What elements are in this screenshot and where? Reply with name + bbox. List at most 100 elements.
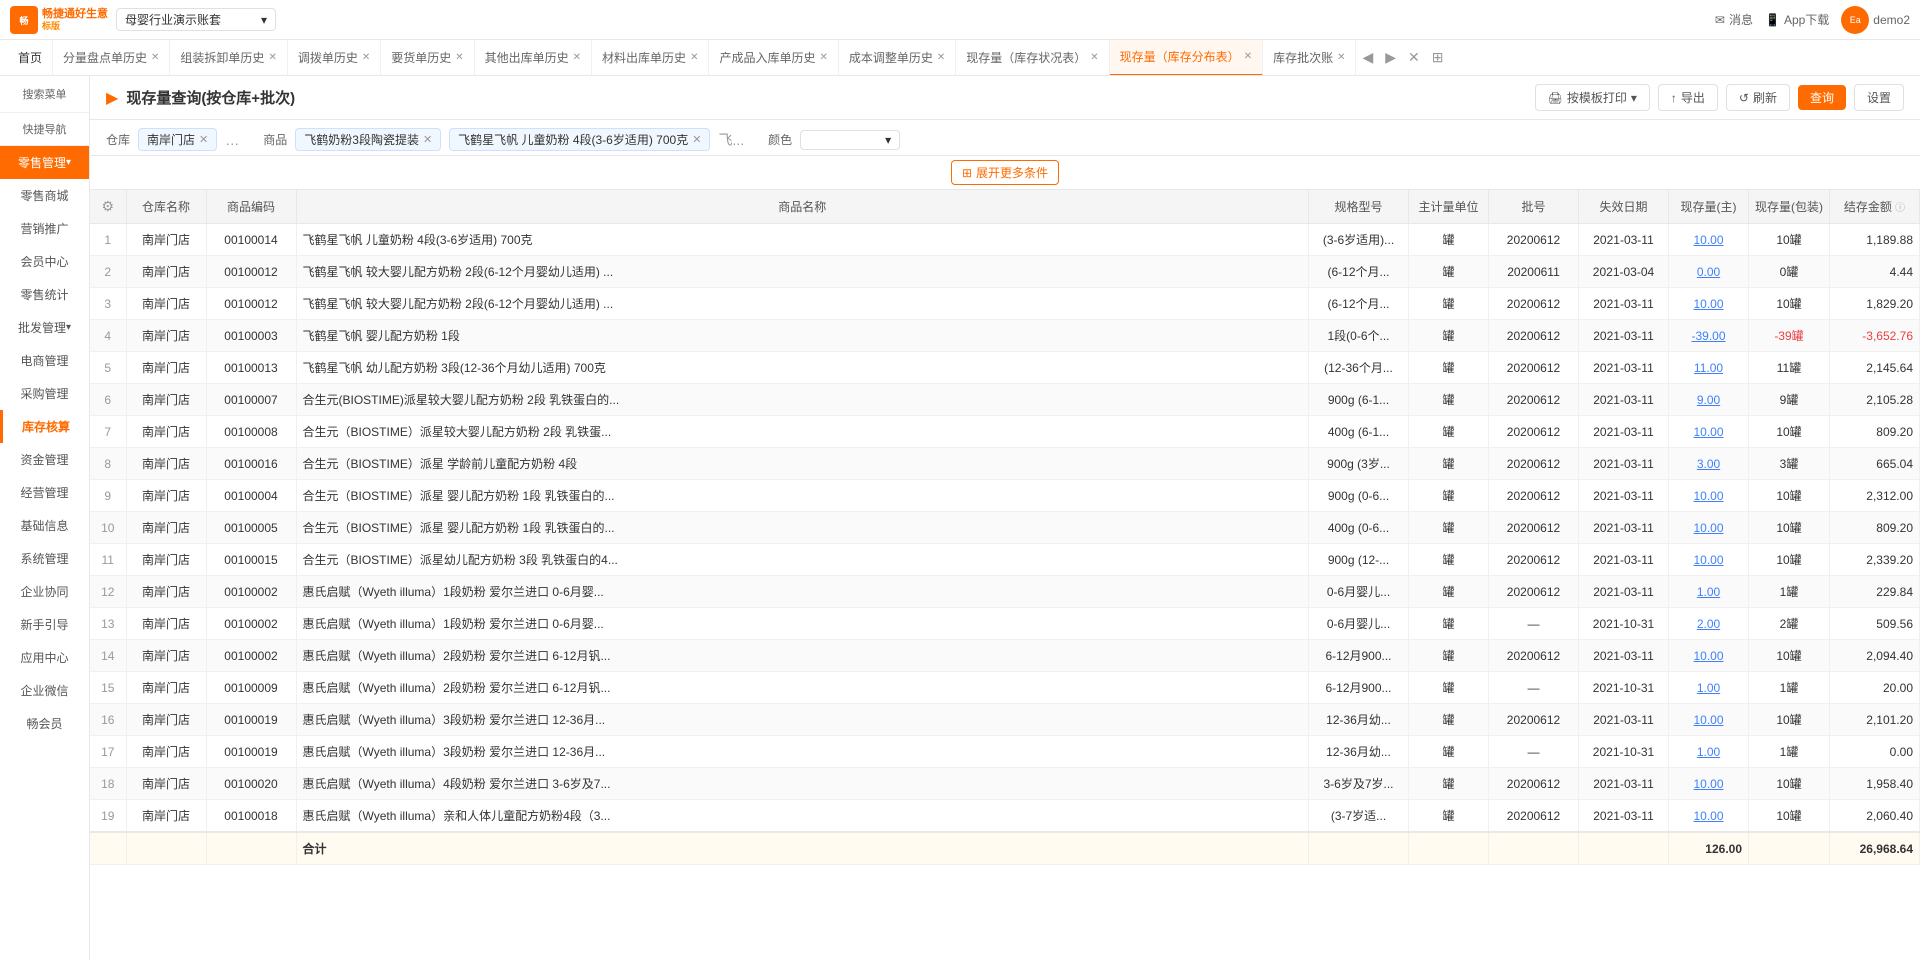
cell-qty-pkg: 10罐 (1749, 800, 1830, 833)
tab-menu-btn[interactable]: ⊞ (1426, 49, 1450, 66)
refresh-btn[interactable]: ↺ 刷新 (1726, 84, 1790, 111)
cell-qty[interactable]: 10.00 (1669, 224, 1749, 256)
sidebar-item-app-center[interactable]: 应用中心 (0, 641, 89, 674)
tab-6[interactable]: 材料出库单历史 ✕ (592, 40, 709, 76)
query-btn[interactable]: 查询 (1798, 85, 1846, 110)
tab-8-close[interactable]: ✕ (937, 52, 945, 63)
export-btn[interactable]: ↑ 导出 (1658, 84, 1718, 111)
cell-qty[interactable]: 10.00 (1669, 480, 1749, 512)
cell-qty[interactable]: 9.00 (1669, 384, 1749, 416)
table-settings-icon[interactable]: ⚙ (101, 198, 114, 214)
quick-nav[interactable]: 快捷导航 (0, 113, 89, 146)
app-download-btn[interactable]: 📱 App下载 (1765, 11, 1829, 28)
tab-5-close[interactable]: ✕ (573, 52, 581, 63)
tab-2[interactable]: 组装拆卸单历史 ✕ (170, 40, 287, 76)
cell-qty[interactable]: 10.00 (1669, 768, 1749, 800)
cell-qty[interactable]: 10.00 (1669, 416, 1749, 448)
goods-tag-2-remove-btn[interactable]: ✕ (692, 133, 701, 146)
expand-conditions-btn[interactable]: ⊞ 展开更多条件 (951, 160, 1059, 185)
sidebar-item-vip[interactable]: 畅会员 (0, 707, 89, 740)
cell-qty[interactable]: 3.00 (1669, 448, 1749, 480)
sidebar-item-inventory[interactable]: 库存核算 (0, 410, 89, 443)
warehouse-more-btn[interactable]: … (225, 132, 239, 148)
cell-spec: 3-6岁及7岁... (1309, 768, 1409, 800)
cell-qty[interactable]: 1.00 (1669, 736, 1749, 768)
sidebar-item-finance[interactable]: 资金管理 (0, 443, 89, 476)
cell-code: 00100019 (206, 704, 296, 736)
tab-8[interactable]: 成本调整单历史 ✕ (839, 40, 956, 76)
goods-more-btn[interactable]: 飞... (718, 130, 744, 150)
warehouse-remove-btn[interactable]: ✕ (199, 133, 208, 146)
settings-btn[interactable]: 设置 (1854, 84, 1904, 111)
cell-qty[interactable]: 11.00 (1669, 352, 1749, 384)
sidebar-item-purchase[interactable]: 采购管理 (0, 377, 89, 410)
search-menu[interactable]: 搜索菜单 (0, 76, 89, 113)
sidebar-item-operations[interactable]: 经营管理 (0, 476, 89, 509)
expand-sidebar-btn[interactable]: ▶ (106, 88, 118, 108)
tab-prev-btn[interactable]: ◀ (1356, 49, 1379, 66)
tab-11[interactable]: 库存批次账 ✕ (1263, 40, 1356, 76)
tab-10[interactable]: 现存量（库存分布表） ✕ (1110, 40, 1263, 76)
cell-qty[interactable]: 0.00 (1669, 256, 1749, 288)
tab-2-close[interactable]: ✕ (268, 52, 276, 63)
cell-qty[interactable]: 2.00 (1669, 608, 1749, 640)
sidebar-item-ecommerce[interactable]: 电商管理 (0, 344, 89, 377)
cell-qty[interactable]: 10.00 (1669, 704, 1749, 736)
message-btn[interactable]: ✉ 消息 (1715, 11, 1753, 28)
print-btn[interactable]: 🖨 按模板打印 ▾ (1535, 84, 1650, 111)
goods-tag-1-remove-btn[interactable]: ✕ (423, 133, 432, 146)
table-row: 6 南岸门店 00100007 合生元(BIOSTIME)派星较大婴儿配方奶粉 … (90, 384, 1920, 416)
goods-filter-tag-2[interactable]: 飞鹤星飞帆 儿童奶粉 4段(3-6岁适用) 700克 ✕ (449, 128, 710, 151)
sidebar-item-enterprise[interactable]: 企业协同 (0, 575, 89, 608)
sidebar-item-member-center[interactable]: 会员中心 (0, 245, 89, 278)
cell-qty[interactable]: 10.00 (1669, 640, 1749, 672)
tab-home[interactable]: 首页 (8, 40, 53, 76)
tab-7-close[interactable]: ✕ (819, 52, 827, 63)
warehouse-filter-tag[interactable]: 南岸门店 ✕ (138, 128, 217, 151)
cell-code: 00100012 (206, 256, 296, 288)
cell-qty[interactable]: -39.00 (1669, 320, 1749, 352)
cell-name: 惠氏启赋（Wyeth illuma）4段奶粉 爱尔兰进口 3-6岁及7... (296, 768, 1309, 800)
cell-qty[interactable]: 10.00 (1669, 800, 1749, 833)
sidebar-item-retail-mall[interactable]: 零售商城 (0, 179, 89, 212)
cell-qty[interactable]: 1.00 (1669, 576, 1749, 608)
tab-9[interactable]: 现存量（库存状况表） ✕ (956, 40, 1109, 76)
cell-code: 00100002 (206, 608, 296, 640)
sidebar-item-wholesale[interactable]: 批发管理 ▾ (0, 311, 89, 344)
tab-5[interactable]: 其他出库单历史 ✕ (475, 40, 592, 76)
sidebar-item-enterprise-wechat[interactable]: 企业微信 (0, 674, 89, 707)
table-row: 15 南岸门店 00100009 惠氏启赋（Wyeth illuma）2段奶粉 … (90, 672, 1920, 704)
sidebar-item-guide[interactable]: 新手引导 (0, 608, 89, 641)
user-area[interactable]: Ea demo2 (1841, 6, 1910, 34)
sidebar-item-system[interactable]: 系统管理 (0, 542, 89, 575)
tab-1[interactable]: 分量盘点单历史 ✕ (53, 40, 170, 76)
tab-1-close[interactable]: ✕ (151, 52, 159, 63)
sidebar-item-marketing[interactable]: 营销推广 (0, 212, 89, 245)
cell-qty[interactable]: 10.00 (1669, 544, 1749, 576)
sidebar-item-basic-info[interactable]: 基础信息 (0, 509, 89, 542)
tab-3[interactable]: 调拨单历史 ✕ (288, 40, 381, 76)
tab-10-close[interactable]: ✕ (1244, 51, 1252, 62)
tab-4-close[interactable]: ✕ (455, 52, 463, 63)
tab-close-all-btn[interactable]: ✕ (1402, 49, 1426, 66)
cell-qty[interactable]: 10.00 (1669, 288, 1749, 320)
main-layout: 搜索菜单 快捷导航 零售管理 ▾ 零售商城 营销推广 会员中心 零售统计 批发管… (0, 76, 1920, 960)
tab-next-btn[interactable]: ▶ (1379, 49, 1402, 66)
sidebar-item-retail-stats[interactable]: 零售统计 (0, 278, 89, 311)
sidebar-item-retail-mgmt[interactable]: 零售管理 ▾ (0, 146, 89, 179)
tab-4[interactable]: 要货单历史 ✕ (381, 40, 474, 76)
tab-7[interactable]: 产成品入库单历史 ✕ (709, 40, 838, 76)
cell-name: 合生元（BIOSTIME）派星 婴儿配方奶粉 1段 乳铁蛋白的... (296, 512, 1309, 544)
cell-qty[interactable]: 1.00 (1669, 672, 1749, 704)
th-settings[interactable]: ⚙ (90, 190, 126, 224)
cell-warehouse: 南岸门店 (126, 320, 206, 352)
color-filter-select[interactable]: ▾ (800, 130, 900, 150)
th-amount-info-icon[interactable]: ⓘ (1895, 203, 1905, 214)
tab-11-close[interactable]: ✕ (1337, 52, 1345, 63)
tab-9-close[interactable]: ✕ (1090, 52, 1098, 63)
cell-qty[interactable]: 10.00 (1669, 512, 1749, 544)
goods-filter-tag-1[interactable]: 飞鹤奶粉3段陶瓷提装 ✕ (295, 128, 441, 151)
org-selector[interactable]: 母婴行业演示账套 ▾ (116, 8, 276, 31)
tab-3-close[interactable]: ✕ (362, 52, 370, 63)
tab-6-close[interactable]: ✕ (690, 52, 698, 63)
